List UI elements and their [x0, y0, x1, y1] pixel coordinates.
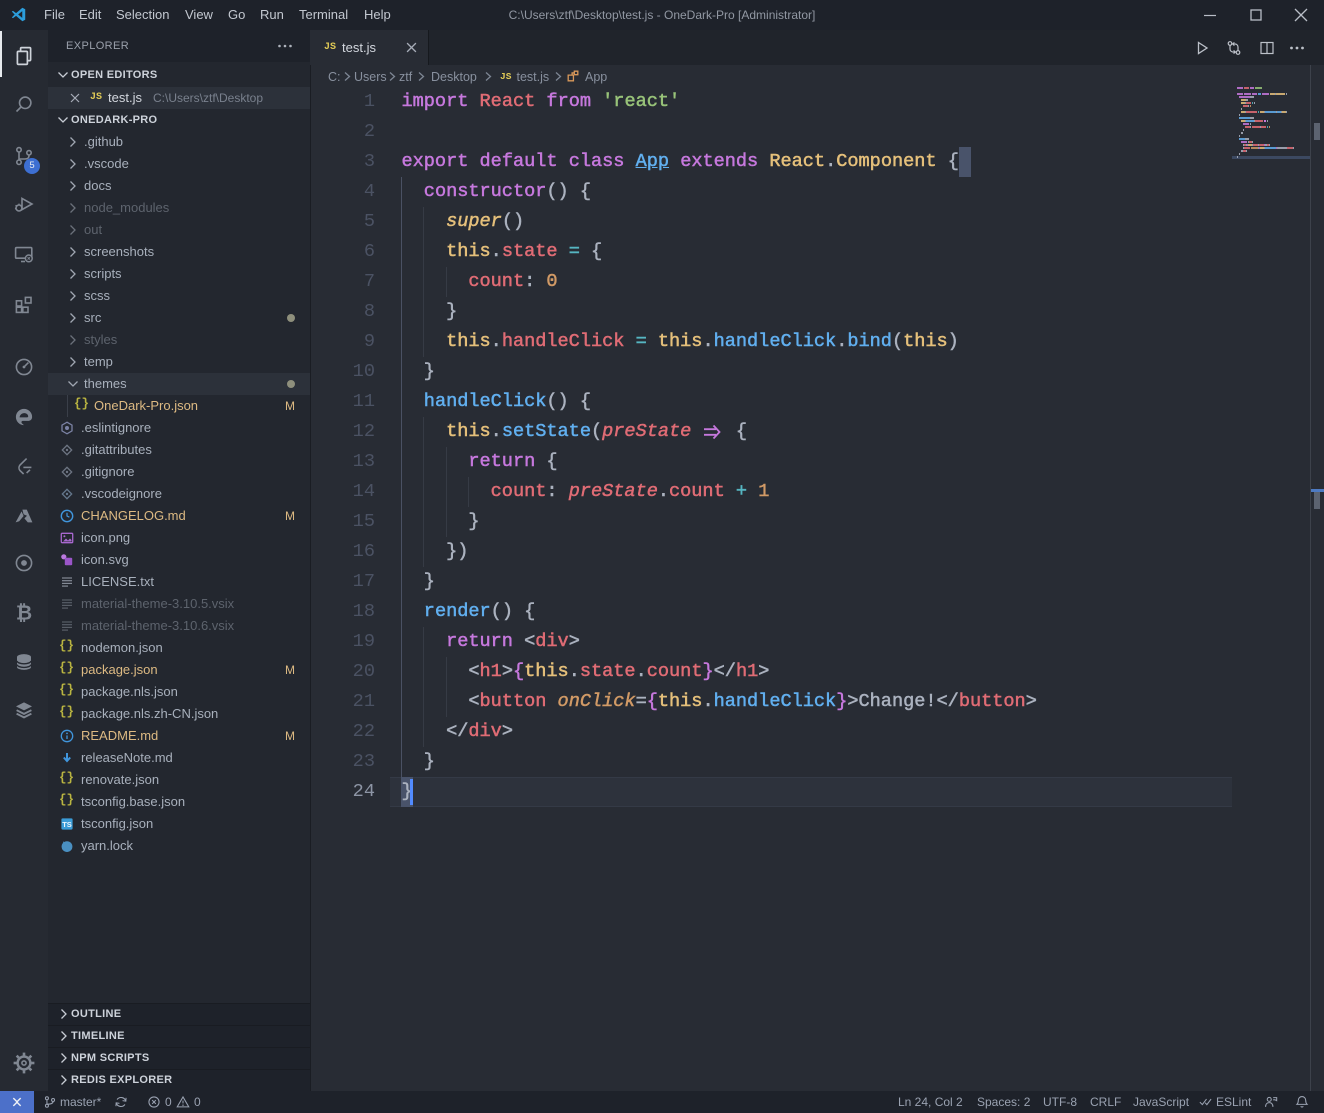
svg-text:TS: TS	[62, 820, 72, 829]
svg-text:₿: ₿	[16, 603, 32, 625]
